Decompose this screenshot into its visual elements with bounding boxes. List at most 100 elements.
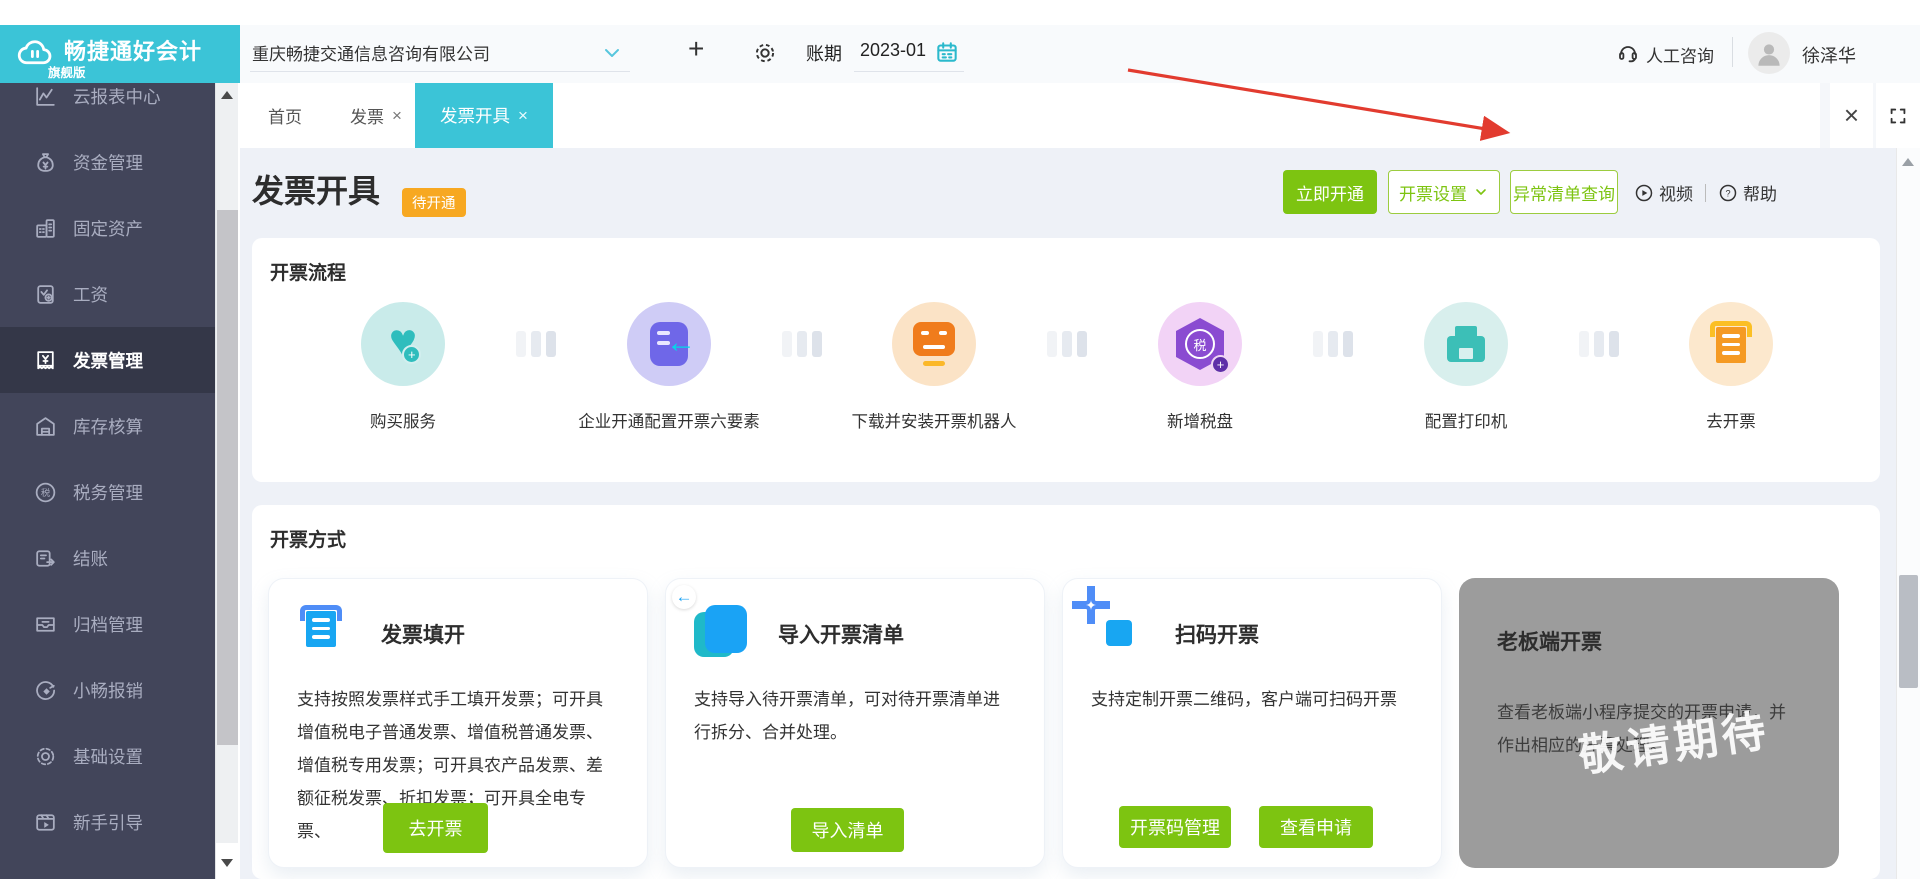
invoice-flow-card: 开票流程 ♥ + 购买服务 ← 企业开通配置开票六要素 下载并安装开票机器人 税 + 新增税盘 配…: [252, 238, 1880, 482]
money-icon: [33, 150, 58, 175]
sidebar-menu: 云报表中心 资金管理 固定资产 工资 发票管理 库存核算税 税务管理 结账 归档管理 小畅报销 基础…: [0, 83, 215, 879]
sidebar-item-marketing[interactable]: 营销园地: [0, 855, 215, 879]
warehouse-icon: [33, 414, 58, 439]
scroll-up-icon[interactable]: [1902, 158, 1914, 166]
add-account-button[interactable]: +: [688, 33, 704, 65]
flow-step-5[interactable]: 配置打印机: [1356, 302, 1576, 432]
flow-step-2[interactable]: ← 企业开通配置开票六要素: [559, 302, 779, 432]
scroll-down-icon[interactable]: [221, 859, 233, 867]
sidebar-item-archive[interactable]: 归档管理: [0, 591, 215, 657]
sidebar-scrollbar-thumb[interactable]: [217, 210, 238, 745]
invoice-settings-button[interactable]: 开票设置: [1388, 170, 1500, 214]
tabbar-gap: [1820, 83, 1830, 148]
tab-label: 发票: [350, 108, 385, 127]
period-value[interactable]: 2023-01: [860, 40, 926, 61]
sidebar-item-settings[interactable]: 基础设置: [0, 723, 215, 789]
abnormal-list-button[interactable]: 异常清单查询: [1510, 170, 1618, 214]
tab-首页[interactable]: 首页: [240, 83, 330, 148]
headset-icon[interactable]: [1616, 41, 1640, 65]
settings-icon: [33, 744, 58, 769]
sidebar-item-guide[interactable]: 新手引导: [0, 789, 215, 855]
question-circle-icon: ?: [1719, 184, 1737, 201]
sidebar-item-closing[interactable]: 结账: [0, 525, 215, 591]
scroll-up-icon[interactable]: [221, 91, 233, 99]
cloud-report-icon: [33, 84, 58, 109]
gear-icon[interactable]: [752, 40, 778, 66]
method-button-开票码管理[interactable]: 开票码管理: [1119, 806, 1231, 848]
flow-step-label: 下载并安装开票机器人: [851, 413, 1017, 431]
flow-step-1[interactable]: ♥ + 购买服务: [293, 302, 513, 432]
topbar: 重庆畅捷交通信息咨询有限公司 + 账期 2023-01 人工咨询 徐泽华: [240, 25, 1920, 83]
sidebar-item-inventory[interactable]: 库存核算: [0, 393, 215, 459]
video-link[interactable]: 视频: [1634, 180, 1693, 205]
page-title: 发票开具: [252, 173, 381, 209]
help-link[interactable]: ? 帮助: [1718, 180, 1777, 205]
help-label: 帮助: [1743, 185, 1777, 204]
invoice-methods-card: 开票方式 发票填开 支持按照发票样式手工填开发票；可开具增值税电子普通发票、增值税…: [252, 505, 1880, 879]
tab-label: 首页: [268, 108, 302, 127]
close-all-tabs-button[interactable]: ×: [1830, 83, 1873, 148]
flow-step-4[interactable]: 税 + 新增税盘: [1090, 302, 1310, 432]
method-card-desc: 支持定制开票二维码，客户端可扫码开票: [1091, 690, 1397, 709]
flow-step-label: 购买服务: [370, 413, 436, 431]
app-window: 畅捷通好会计 旗舰版 重庆畅捷交通信息咨询有限公司 + 账期 2023-01 人…: [0, 0, 1920, 879]
flow-step-label: 新增税盘: [1167, 413, 1233, 431]
user-name[interactable]: 徐泽华: [1802, 42, 1856, 68]
period-underline: [854, 71, 964, 72]
chevron-down-icon[interactable]: [600, 41, 624, 65]
calendar-icon[interactable]: [934, 39, 960, 65]
flow-step-3[interactable]: 下载并安装开票机器人: [824, 302, 1044, 432]
sidebar-item-label: 税务管理: [73, 482, 143, 503]
activate-now-button[interactable]: 立即开通: [1283, 170, 1377, 214]
company-selector[interactable]: 重庆畅捷交通信息咨询有限公司: [252, 40, 490, 65]
sidebar-item-fixed-assets[interactable]: 固定资产: [0, 195, 215, 261]
flow-step-6[interactable]: 去开票: [1621, 302, 1841, 432]
method-button-查看申请[interactable]: 查看申请: [1259, 806, 1373, 848]
method-button-去开票[interactable]: 去开票: [383, 803, 488, 853]
method-card-title: 发票填开: [381, 624, 465, 647]
tab-bar: 首页 发票 × 发票开具 × ×: [240, 83, 1920, 148]
tab-发票开具[interactable]: 发票开具 ×: [415, 83, 553, 148]
method-card-title: 老板端开票: [1497, 631, 1602, 654]
sidebar-scrollbar[interactable]: [215, 83, 238, 879]
human-consult-link[interactable]: 人工咨询: [1646, 42, 1714, 67]
fullscreen-button[interactable]: [1876, 83, 1920, 148]
method-card-扫码开票: 扫码开票 支持定制开票二维码，客户端可扫码开票 开票码管理 查看申请: [1062, 578, 1442, 868]
sidebar-item-invoice[interactable]: 发票管理: [0, 327, 215, 393]
megaphone-icon: [62, 876, 87, 879]
invoice-settings-label: 开票设置: [1399, 184, 1467, 204]
tab-发票[interactable]: 发票 ×: [335, 83, 417, 148]
sidebar-item-label: 归档管理: [73, 614, 143, 635]
guide-icon: [33, 810, 58, 835]
sidebar-item-reimburse[interactable]: 小畅报销: [0, 657, 215, 723]
qr-scan-icon: [1072, 586, 1153, 667]
method-button-导入清单[interactable]: 导入清单: [791, 808, 904, 852]
sidebar-item-salary[interactable]: 工资: [0, 261, 215, 327]
sidebar-item-cloud-report[interactable]: 云报表中心: [0, 83, 215, 129]
scroll-down-box[interactable]: [216, 843, 238, 879]
method-card-导入开票清单: ← 导入开票清单 支持导入待开票清单，可对待开票清单进行拆分、合并处理。 导入清单: [665, 578, 1045, 868]
close-tab-icon[interactable]: ×: [392, 107, 402, 124]
sidebar-item-tax[interactable]: 税 税务管理: [0, 459, 215, 525]
sidebar-item-label: 基础设置: [73, 746, 143, 767]
sidebar-item-label: 新手引导: [73, 812, 143, 833]
sidebar-item-label: 小畅报销: [73, 680, 143, 701]
sidebar-item-funds[interactable]: 资金管理: [0, 129, 215, 195]
sidebar-item-label: 资金管理: [73, 152, 143, 173]
methods-section-title: 开票方式: [270, 530, 347, 551]
close-tab-icon[interactable]: ×: [518, 107, 528, 124]
tax-icon: 税: [33, 480, 58, 505]
avatar[interactable]: [1748, 32, 1790, 74]
invoice-blue-icon: [297, 605, 359, 667]
sidebar-item-label: 结账: [73, 548, 108, 569]
reimburse-icon: [33, 678, 58, 703]
tab-label: 发票开具: [440, 106, 511, 126]
topbar-divider: [1732, 37, 1733, 67]
main-scrollbar[interactable]: [1896, 148, 1920, 879]
printer-icon: [1424, 302, 1508, 386]
import-list-icon: ←: [672, 585, 756, 667]
help-links: 视频 ? 帮助: [1634, 180, 1777, 205]
main-scrollbar-thumb[interactable]: [1899, 575, 1918, 688]
brand-edition: 旗舰版: [48, 66, 86, 80]
doc-arrow-icon: ←: [627, 302, 711, 386]
